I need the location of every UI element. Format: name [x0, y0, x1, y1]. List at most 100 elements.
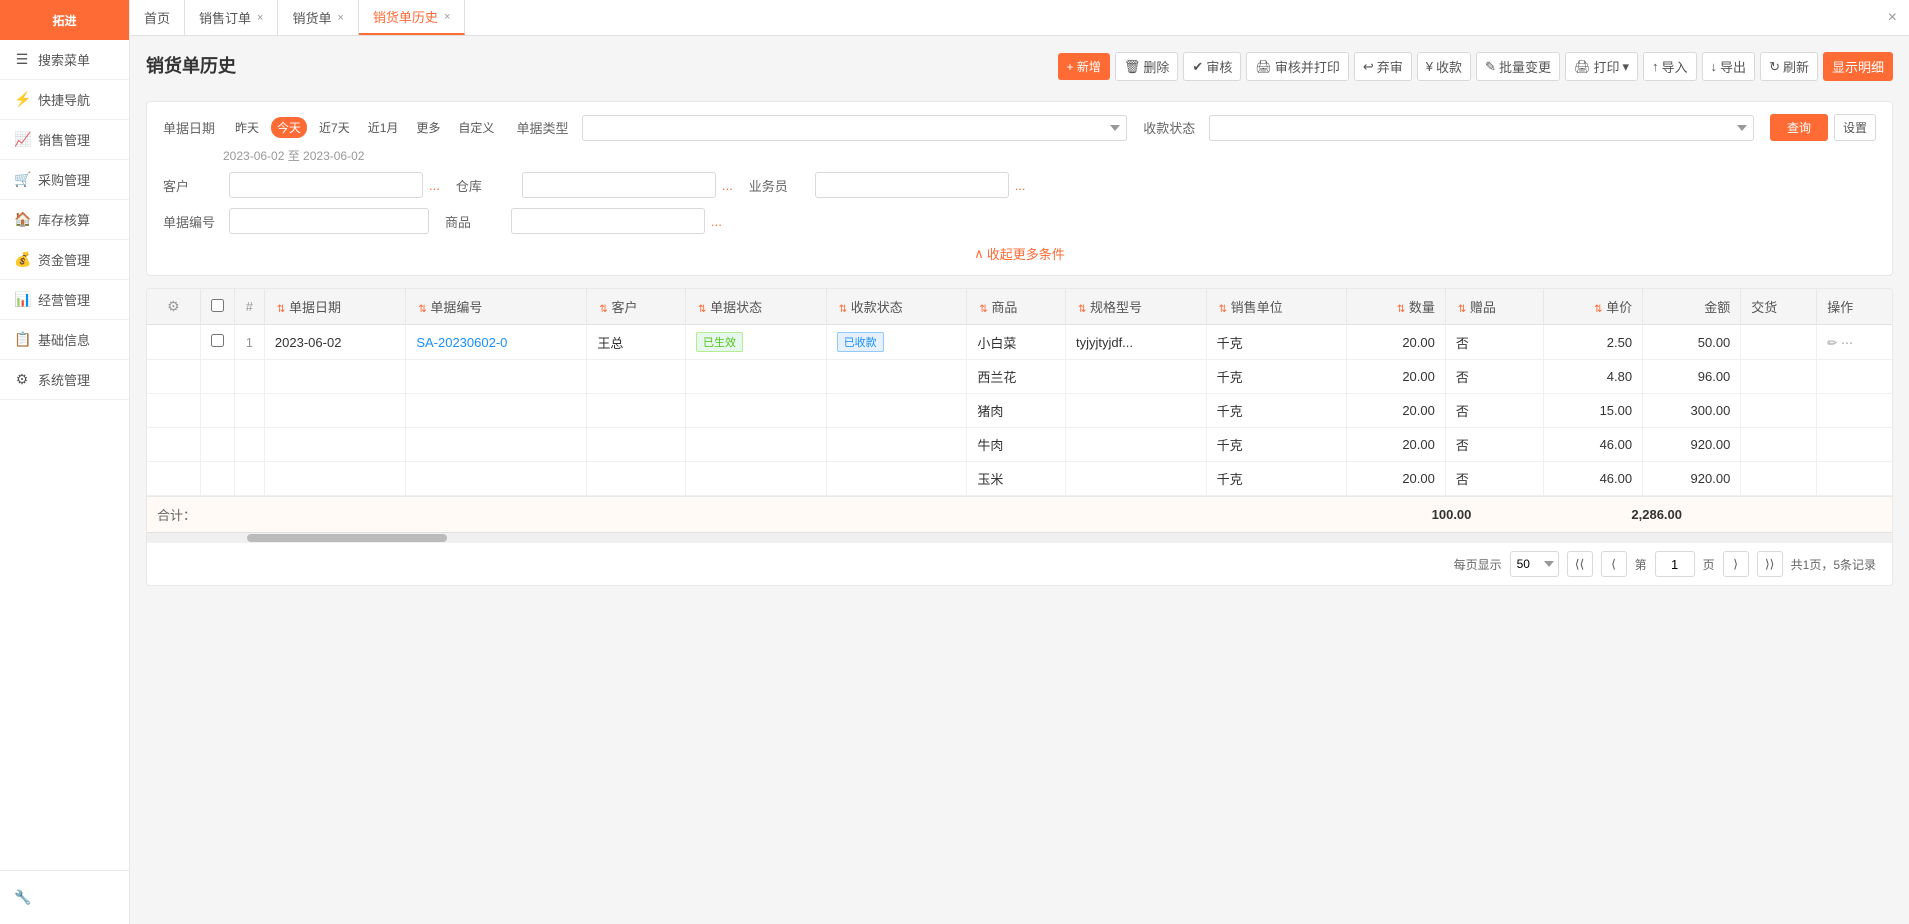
row-doc-no[interactable]	[406, 428, 587, 462]
per-page-select[interactable]: 50 100 200	[1510, 551, 1559, 577]
sidebar-item-quick-nav[interactable]: ⚡ 快捷导航	[0, 80, 129, 120]
row-checkbox[interactable]	[200, 325, 234, 360]
sidebar-item-search-menu[interactable]: ☰ 搜索菜单	[0, 40, 129, 80]
sidebar-item-inventory[interactable]: 🏠 库存核算	[0, 200, 129, 240]
doc-no-input[interactable]	[229, 208, 429, 234]
tab-sales-history[interactable]: 销货单历史 ×	[359, 0, 465, 35]
date-tag-yesterday[interactable]: 昨天	[229, 117, 265, 138]
payment-status-select[interactable]	[1209, 115, 1754, 141]
row-checkbox[interactable]	[200, 360, 234, 394]
th-customer[interactable]: ⇅ 客户	[587, 289, 686, 325]
row-doc-no[interactable]	[406, 360, 587, 394]
edit-icon[interactable]: ✏	[1827, 336, 1837, 350]
review-button[interactable]: ✔ 审核	[1183, 52, 1241, 81]
row-trade	[1741, 462, 1817, 496]
print-button[interactable]: 🖨 打印 ▾	[1565, 52, 1638, 81]
query-button[interactable]: 查询	[1770, 114, 1828, 141]
total-amount: 2,286.00	[1631, 507, 1682, 522]
sidebar-item-base-info[interactable]: 📋 基础信息	[0, 320, 129, 360]
delete-button[interactable]: 🗑 删除	[1115, 52, 1179, 81]
review-print-icon: 🖨	[1255, 59, 1272, 75]
page-next-btn[interactable]: ⟩	[1723, 551, 1749, 577]
export-button[interactable]: ↓ 导出	[1702, 52, 1756, 81]
tab-sales-history-close[interactable]: ×	[444, 11, 450, 23]
tab-sales-order-close[interactable]: ×	[257, 12, 263, 24]
row-doc-date	[264, 462, 405, 496]
warehouse-ellipsis[interactable]: ...	[722, 178, 733, 193]
tab-bar-close-all[interactable]: ×	[1876, 9, 1909, 27]
th-spec[interactable]: ⇅ 规格型号	[1065, 289, 1206, 325]
th-qty[interactable]: ⇅ 数量	[1347, 289, 1446, 325]
salesperson-ellipsis[interactable]: ...	[1015, 178, 1026, 193]
page-prev-btn[interactable]: ⟨	[1601, 551, 1627, 577]
tab-home[interactable]: 首页	[130, 0, 185, 35]
sidebar-item-finance[interactable]: 💰 资金管理	[0, 240, 129, 280]
row-qty: 20.00	[1347, 428, 1446, 462]
date-tag-custom[interactable]: 自定义	[452, 117, 500, 138]
sidebar-item-purchase-mgmt[interactable]: 🛒 采购管理	[0, 160, 129, 200]
customer-ellipsis[interactable]: ...	[429, 178, 440, 193]
row-checkbox[interactable]	[200, 428, 234, 462]
new-button[interactable]: + 新增	[1058, 53, 1110, 80]
th-doc-no[interactable]: ⇅ 单据编号	[406, 289, 587, 325]
th-payment-status[interactable]: ⇅ 收款状态	[826, 289, 967, 325]
gear-icon[interactable]: ⚙	[167, 298, 180, 314]
row-doc-no[interactable]: SA-20230602-0	[406, 325, 587, 360]
th-unit[interactable]: ⇅ 销售单位	[1206, 289, 1347, 325]
settings-button[interactable]: 设置	[1834, 114, 1876, 141]
goods-ellipsis[interactable]: ...	[711, 214, 722, 229]
page-last-btn[interactable]: ⟩⟩	[1757, 551, 1783, 577]
collect-button[interactable]: ¥ 收款	[1417, 52, 1471, 81]
sidebar-item-sys-mgmt[interactable]: ⚙ 系统管理	[0, 360, 129, 400]
th-doc-status[interactable]: ⇅ 单据状态	[686, 289, 827, 325]
show-detail-button[interactable]: 显示明细	[1823, 52, 1893, 81]
sidebar-item-sales-mgmt[interactable]: 📈 销售管理	[0, 120, 129, 160]
th-gear[interactable]: ⚙	[147, 289, 200, 325]
export-icon: ↓	[1711, 59, 1718, 74]
th-goods[interactable]: ⇅ 商品	[967, 289, 1066, 325]
horizontal-scrollbar[interactable]	[147, 532, 1892, 542]
th-checkbox[interactable]	[200, 289, 234, 325]
data-table: ⚙ # ⇅ 单据日期 ⇅ 单据编号	[147, 289, 1892, 496]
sys-mgmt-icon: ⚙	[14, 371, 30, 388]
page-first-btn[interactable]: ⟨⟨	[1567, 551, 1593, 577]
row-spec	[1065, 428, 1206, 462]
batch-change-button[interactable]: ✎ 批量变更	[1476, 52, 1560, 81]
import-button[interactable]: ↑ 导入	[1643, 52, 1697, 81]
customer-input[interactable]	[229, 172, 423, 198]
table-row: 猪肉 千克 20.00 否 15.00 300.00	[147, 394, 1892, 428]
warehouse-input[interactable]	[522, 172, 716, 198]
doc-type-select[interactable]	[582, 115, 1127, 141]
more-icon[interactable]: ⋯	[1841, 336, 1853, 350]
row-checkbox[interactable]	[200, 394, 234, 428]
salesperson-input[interactable]	[815, 172, 1009, 198]
refresh-button[interactable]: ↻ 刷新	[1760, 52, 1818, 81]
per-page-label: 每页显示	[1454, 556, 1502, 573]
row-doc-no[interactable]	[406, 394, 587, 428]
sidebar-bottom-item1[interactable]: 🔧	[0, 879, 129, 916]
goods-input[interactable]	[511, 208, 705, 234]
date-tag-1month[interactable]: 近1月	[362, 117, 405, 138]
page-input[interactable]: 1	[1655, 551, 1695, 577]
sidebar-item-ops-mgmt[interactable]: 📊 经营管理	[0, 280, 129, 320]
row-doc-no[interactable]	[406, 462, 587, 496]
bottom-icon1: 🔧	[14, 889, 30, 906]
date-tag-more[interactable]: 更多	[410, 117, 446, 138]
review-print-button[interactable]: 🖨 审核并打印	[1246, 52, 1349, 81]
row-customer	[587, 394, 686, 428]
abandon-button[interactable]: ↩ 弃审	[1354, 52, 1412, 81]
collapse-button[interactable]: ∧ 收起更多条件	[974, 244, 1065, 263]
tab-sales-goods[interactable]: 销货单 ×	[278, 0, 358, 35]
tab-sales-goods-close[interactable]: ×	[337, 12, 343, 24]
date-tag-today[interactable]: 今天	[271, 117, 307, 138]
table-header-row: ⚙ # ⇅ 单据日期 ⇅ 单据编号	[147, 289, 1892, 325]
tab-sales-order[interactable]: 销售订单 ×	[185, 0, 278, 35]
filter-row-2: 客户 ... 仓库 ... 业务员 ...	[163, 172, 1876, 198]
th-price[interactable]: ⇅ 单价	[1544, 289, 1643, 325]
th-gift[interactable]: ⇅ 赠品	[1445, 289, 1544, 325]
date-tag-7days[interactable]: 近7天	[313, 117, 356, 138]
row-checkbox[interactable]	[200, 462, 234, 496]
row-num	[234, 360, 264, 394]
th-doc-date[interactable]: ⇅ 单据日期	[264, 289, 405, 325]
select-all-checkbox[interactable]	[211, 299, 224, 312]
